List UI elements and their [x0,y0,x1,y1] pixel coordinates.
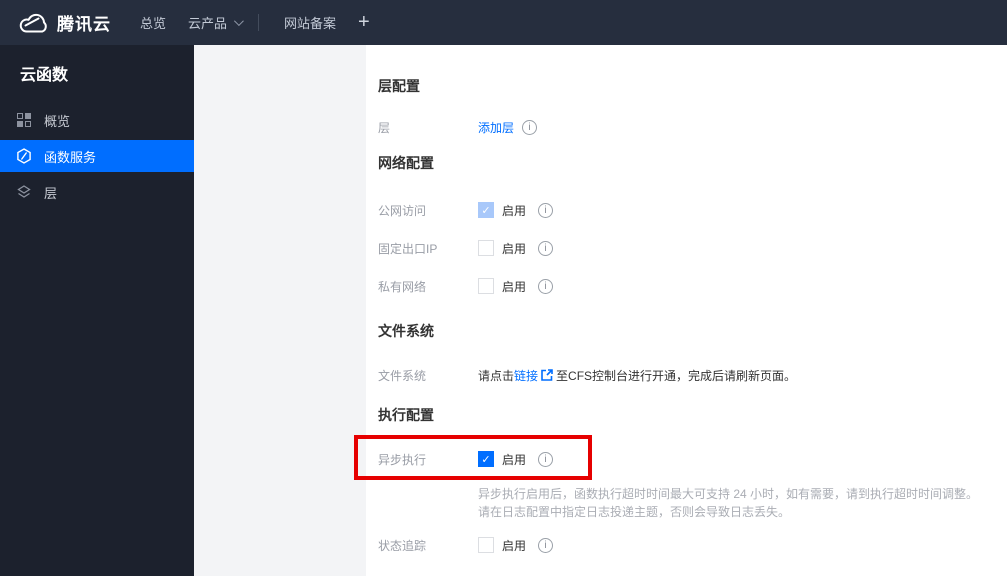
async-execution-description: 异步执行启用后，函数执行超时时间最大可支持 24 小时，如有需要，请到执行超时时… [478,485,999,521]
status-trace-label: 状态追踪 [378,538,427,553]
topbar: 腾讯云 总览 云产品 网站备案 + [0,0,1007,45]
sidebar-item-label: 函数服务 [44,149,97,165]
nav-add-tab-button[interactable]: + [358,0,370,45]
function-config-content: 层配置 层 添加层 网络配置 公网访问 启用 固定出口IP 启用 私有网络 启用… [366,45,1007,576]
info-icon[interactable] [538,240,554,256]
sidebar-item-label: 层 [44,185,58,201]
description-line: 异步执行启用后，函数执行超时时间最大可支持 24 小时，如有需要，请到执行超时时… [478,487,979,501]
fixed-egress-ip-checkbox[interactable] [478,240,494,256]
sidebar-item-function-service[interactable]: 函数服务 [0,140,194,172]
cfs-link[interactable]: 链接 [514,369,538,383]
info-icon[interactable] [538,451,554,467]
info-icon[interactable] [538,202,554,218]
nav-overview[interactable]: 总览 [140,0,166,45]
fixed-egress-ip-label: 固定出口IP [378,241,438,256]
sidebar-item-label: 概览 [44,113,71,129]
layers-icon [16,184,32,200]
nav-divider [258,14,259,31]
section-heading-network-config: 网络配置 [378,155,434,171]
async-execution-label: 异步执行 [378,452,427,467]
sidebar: 云函数 概览 函数服务 层 [0,45,194,576]
sidebar-item-overview[interactable]: 概览 [0,104,194,136]
brand-name: 腾讯云 [57,15,111,34]
public-network-label: 公网访问 [378,203,427,218]
filesystem-hint-before: 请点击 [478,368,515,383]
async-execution-checkbox[interactable] [478,451,494,467]
fixed-egress-ip-row: 固定出口IP 启用 [378,239,997,257]
section-heading-layer-config: 层配置 [378,78,420,94]
private-network-row: 私有网络 启用 [378,277,997,295]
enable-label: 启用 [502,538,527,553]
function-hexagon-icon [16,148,32,164]
public-network-row: 公网访问 启用 [378,201,997,219]
tencent-cloud-console: { "topbar": { "brand": "腾讯云", "nav": { "… [0,0,1007,576]
layer-label: 层 [378,120,391,135]
layer-row: 层 添加层 [378,118,997,136]
sidebar-item-layer[interactable]: 层 [0,176,194,208]
status-trace-row: 状态追踪 启用 [378,536,997,554]
enable-label: 启用 [502,279,527,294]
section-heading-execution-config: 执行配置 [378,407,434,423]
info-icon[interactable] [522,119,538,135]
external-link-icon[interactable] [541,368,553,384]
grid-icon [16,112,32,128]
public-network-checkbox [478,202,494,218]
info-icon[interactable] [538,278,554,294]
tencent-cloud-brand[interactable]: 腾讯云 [18,0,111,45]
filesystem-label: 文件系统 [378,368,427,383]
nav-icp-filing[interactable]: 网站备案 [284,0,336,45]
private-network-label: 私有网络 [378,279,427,294]
section-heading-filesystem: 文件系统 [378,323,434,339]
nav-cloud-products[interactable]: 云产品 [188,0,244,45]
chevron-down-icon [233,16,244,27]
add-layer-link[interactable]: 添加层 [478,119,514,136]
async-execution-row: 异步执行 启用 [378,450,997,468]
filesystem-hint: 请点击链接 至CFS控制台进行开通，完成后请刷新页面。 [478,367,796,384]
filesystem-row: 文件系统 请点击链接 至CFS控制台进行开通，完成后请刷新页面。 [378,366,997,384]
status-trace-checkbox[interactable] [478,537,494,553]
tencent-cloud-logo-icon [18,11,49,34]
filesystem-hint-after: 至CFS控制台进行开通，完成后请刷新页面。 [556,368,797,383]
description-line: 请在日志配置中指定日志投递主题，否则会导致日志丢失。 [478,505,791,519]
sidebar-title: 云函数 [20,67,69,84]
info-icon[interactable] [538,537,554,553]
enable-label: 启用 [502,452,527,467]
private-network-checkbox[interactable] [478,278,494,294]
collapsed-secondary-pane [194,45,366,576]
nav-cloud-products-label: 云产品 [188,16,228,31]
enable-label: 启用 [502,241,527,256]
enable-label: 启用 [502,203,527,218]
